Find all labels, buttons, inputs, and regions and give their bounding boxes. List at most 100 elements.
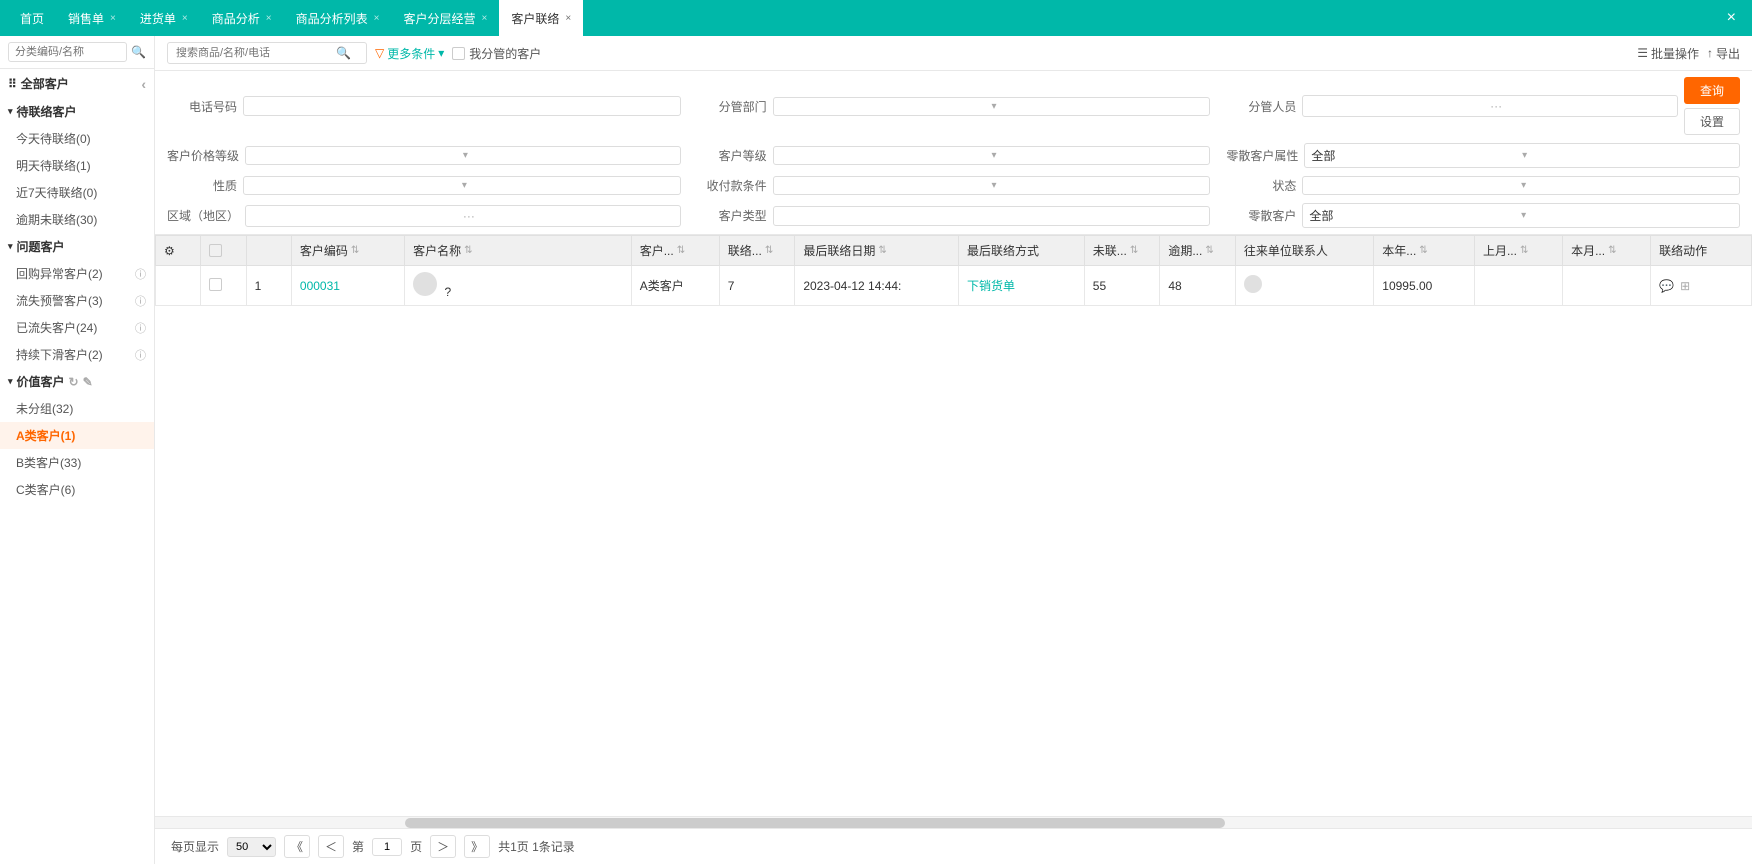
- more-conditions-btn[interactable]: ▽ 更多条件 ▾: [375, 45, 444, 62]
- chat-icon[interactable]: 💬: [1659, 279, 1674, 293]
- close-icon[interactable]: ×: [565, 13, 571, 24]
- sidebar-search-input[interactable]: [8, 42, 127, 62]
- refresh-icon[interactable]: ↻: [69, 375, 79, 389]
- sparse-customer-label: 零散客户: [1226, 207, 1296, 224]
- row-action-icons: 💬 ⊞: [1659, 279, 1743, 293]
- sidebar-item-losswarning[interactable]: 流失预警客户(3) ⓘ: [0, 287, 154, 314]
- classC-label: C类客户(6): [16, 481, 75, 498]
- close-icon[interactable]: ×: [266, 13, 272, 24]
- qr-icon[interactable]: ⊞: [1680, 279, 1690, 293]
- sort-icon[interactable]: ⇅: [765, 245, 773, 256]
- sidebar-all-customers[interactable]: ⠿ 全部客户 ‹: [0, 69, 154, 98]
- top-navigation: 首页 销售单 × 进货单 × 商品分析 × 商品分析列表 × 客户分层经营 × …: [0, 0, 1752, 36]
- sidebar-value-section[interactable]: ▾ 价值客户 ↻ ✎: [0, 368, 154, 395]
- filter-row-nature: 性质 ▾: [167, 176, 681, 195]
- th-last-date-label: 最后联络日期: [803, 242, 875, 259]
- sort-icon[interactable]: ⇅: [464, 245, 472, 256]
- td-this-year: 10995.00: [1374, 266, 1475, 306]
- nav-home[interactable]: 首页: [8, 0, 56, 36]
- gear-icon[interactable]: ⚙: [164, 244, 175, 258]
- last-method-link[interactable]: 下销货单: [967, 279, 1015, 293]
- customer-type-input[interactable]: [773, 206, 1211, 226]
- export-label: 导出: [1716, 45, 1740, 62]
- next-page-btn[interactable]: ＞: [430, 835, 456, 858]
- collapse-sidebar-icon[interactable]: ‹: [141, 76, 146, 92]
- nature-label: 性质: [167, 177, 237, 194]
- sidebar-item-classA[interactable]: A类客户(1): [0, 422, 154, 449]
- sort-icon[interactable]: ⇅: [1205, 245, 1213, 256]
- customer-grade-label: 客户等级: [697, 147, 767, 164]
- query-button[interactable]: 查询: [1684, 77, 1740, 104]
- sidebar-search-icon[interactable]: 🔍: [131, 45, 146, 59]
- first-page-btn[interactable]: 《: [284, 835, 310, 858]
- sort-icon[interactable]: ⇅: [1130, 245, 1138, 256]
- row-checkbox[interactable]: [209, 278, 222, 291]
- checkbox-icon[interactable]: [452, 47, 465, 60]
- scrollbar-thumb[interactable]: [405, 818, 1225, 828]
- sidebar-item-tomorrow[interactable]: 明天待联络(1): [0, 152, 154, 179]
- edit-icon[interactable]: ✎: [83, 375, 93, 389]
- customer-grade-select[interactable]: ▾: [773, 146, 1211, 165]
- nav-customer-layered[interactable]: 客户分层经营 ×: [391, 0, 499, 36]
- page-size-select[interactable]: 50 100 200: [227, 837, 276, 857]
- nature-select[interactable]: ▾: [243, 176, 681, 195]
- sort-icon[interactable]: ⇅: [1419, 245, 1427, 256]
- total-label: 共1页 1条记录: [498, 838, 575, 855]
- sidebar-item-ungrouped[interactable]: 未分组(32): [0, 395, 154, 422]
- nav-product-analysis[interactable]: 商品分析 ×: [200, 0, 284, 36]
- nav-product-analysis-label: 商品分析: [212, 10, 260, 27]
- sidebar-item-abnormal[interactable]: 回购异常客户(2) ⓘ: [0, 260, 154, 287]
- th-this-year-label: 本年...: [1382, 242, 1416, 259]
- sidebar-item-classC[interactable]: C类客户(6): [0, 476, 154, 503]
- sidebar-pending-section[interactable]: ▾ 待联络客户: [0, 98, 154, 125]
- sidebar-item-declining[interactable]: 持续下滑客户(2) ⓘ: [0, 341, 154, 368]
- sparse-attr-select[interactable]: 全部 ▾: [1304, 143, 1740, 168]
- nav-product-analysis-list[interactable]: 商品分析列表 ×: [284, 0, 392, 36]
- sidebar-item-7days[interactable]: 近7天待联络(0): [0, 179, 154, 206]
- setting-button[interactable]: 设置: [1684, 108, 1740, 135]
- export-button[interactable]: ↑ 导出: [1707, 45, 1740, 62]
- close-icon[interactable]: ×: [481, 13, 487, 24]
- global-close-button[interactable]: ×: [1719, 9, 1744, 27]
- sparse-customer-select[interactable]: 全部 ▾: [1302, 203, 1740, 228]
- sort-icon[interactable]: ⇅: [677, 245, 685, 256]
- sidebar-problem-section[interactable]: ▾ 问题客户: [0, 233, 154, 260]
- close-icon[interactable]: ×: [182, 13, 188, 24]
- payment-select[interactable]: ▾: [773, 176, 1211, 195]
- nav-purchase[interactable]: 进货单 ×: [128, 0, 200, 36]
- search-input[interactable]: [176, 47, 336, 59]
- price-grade-select[interactable]: ▾: [245, 146, 681, 165]
- th-code: 客户编码 ⇅: [291, 236, 404, 266]
- page-input[interactable]: [372, 838, 402, 856]
- bulk-op-button[interactable]: ☰ 批量操作: [1637, 45, 1699, 62]
- status-select[interactable]: ▾: [1302, 176, 1740, 195]
- last-page-btn[interactable]: 》: [464, 835, 490, 858]
- sidebar-item-classB[interactable]: B类客户(33): [0, 449, 154, 476]
- export-icon: ↑: [1707, 46, 1713, 60]
- prev-page-btn[interactable]: ＜: [318, 835, 344, 858]
- chevron-down-icon: ▾: [1521, 210, 1733, 221]
- sort-icon[interactable]: ⇅: [1520, 245, 1528, 256]
- phone-input[interactable]: [243, 96, 681, 116]
- my-customers-checkbox[interactable]: 我分管的客户: [452, 45, 541, 62]
- close-icon[interactable]: ×: [110, 13, 116, 24]
- th-last-month-label: 上月...: [1483, 242, 1517, 259]
- close-icon[interactable]: ×: [374, 13, 380, 24]
- dept-select[interactable]: ▾: [773, 97, 1211, 116]
- sidebar-item-today[interactable]: 今天待联络(0): [0, 125, 154, 152]
- sort-icon[interactable]: ⇅: [1608, 245, 1616, 256]
- select-all-checkbox[interactable]: [209, 244, 222, 257]
- region-select[interactable]: ···: [245, 205, 681, 227]
- sort-icon[interactable]: ⇅: [351, 245, 359, 256]
- th-actions-label: 联络动作: [1659, 242, 1707, 259]
- sort-icon[interactable]: ⇅: [878, 245, 886, 256]
- nav-customer-contact[interactable]: 客户联络 ×: [499, 0, 583, 36]
- search-icon[interactable]: 🔍: [336, 46, 351, 60]
- nav-sales[interactable]: 销售单 ×: [56, 0, 128, 36]
- region-label: 区域（地区）: [167, 207, 239, 224]
- sidebar-item-lost[interactable]: 已流失客户(24) ⓘ: [0, 314, 154, 341]
- horizontal-scrollbar[interactable]: [155, 816, 1752, 828]
- sidebar-item-overdue[interactable]: 逾期未联络(30): [0, 206, 154, 233]
- nav-home-label: 首页: [20, 10, 44, 27]
- manager-select[interactable]: ···: [1302, 95, 1678, 117]
